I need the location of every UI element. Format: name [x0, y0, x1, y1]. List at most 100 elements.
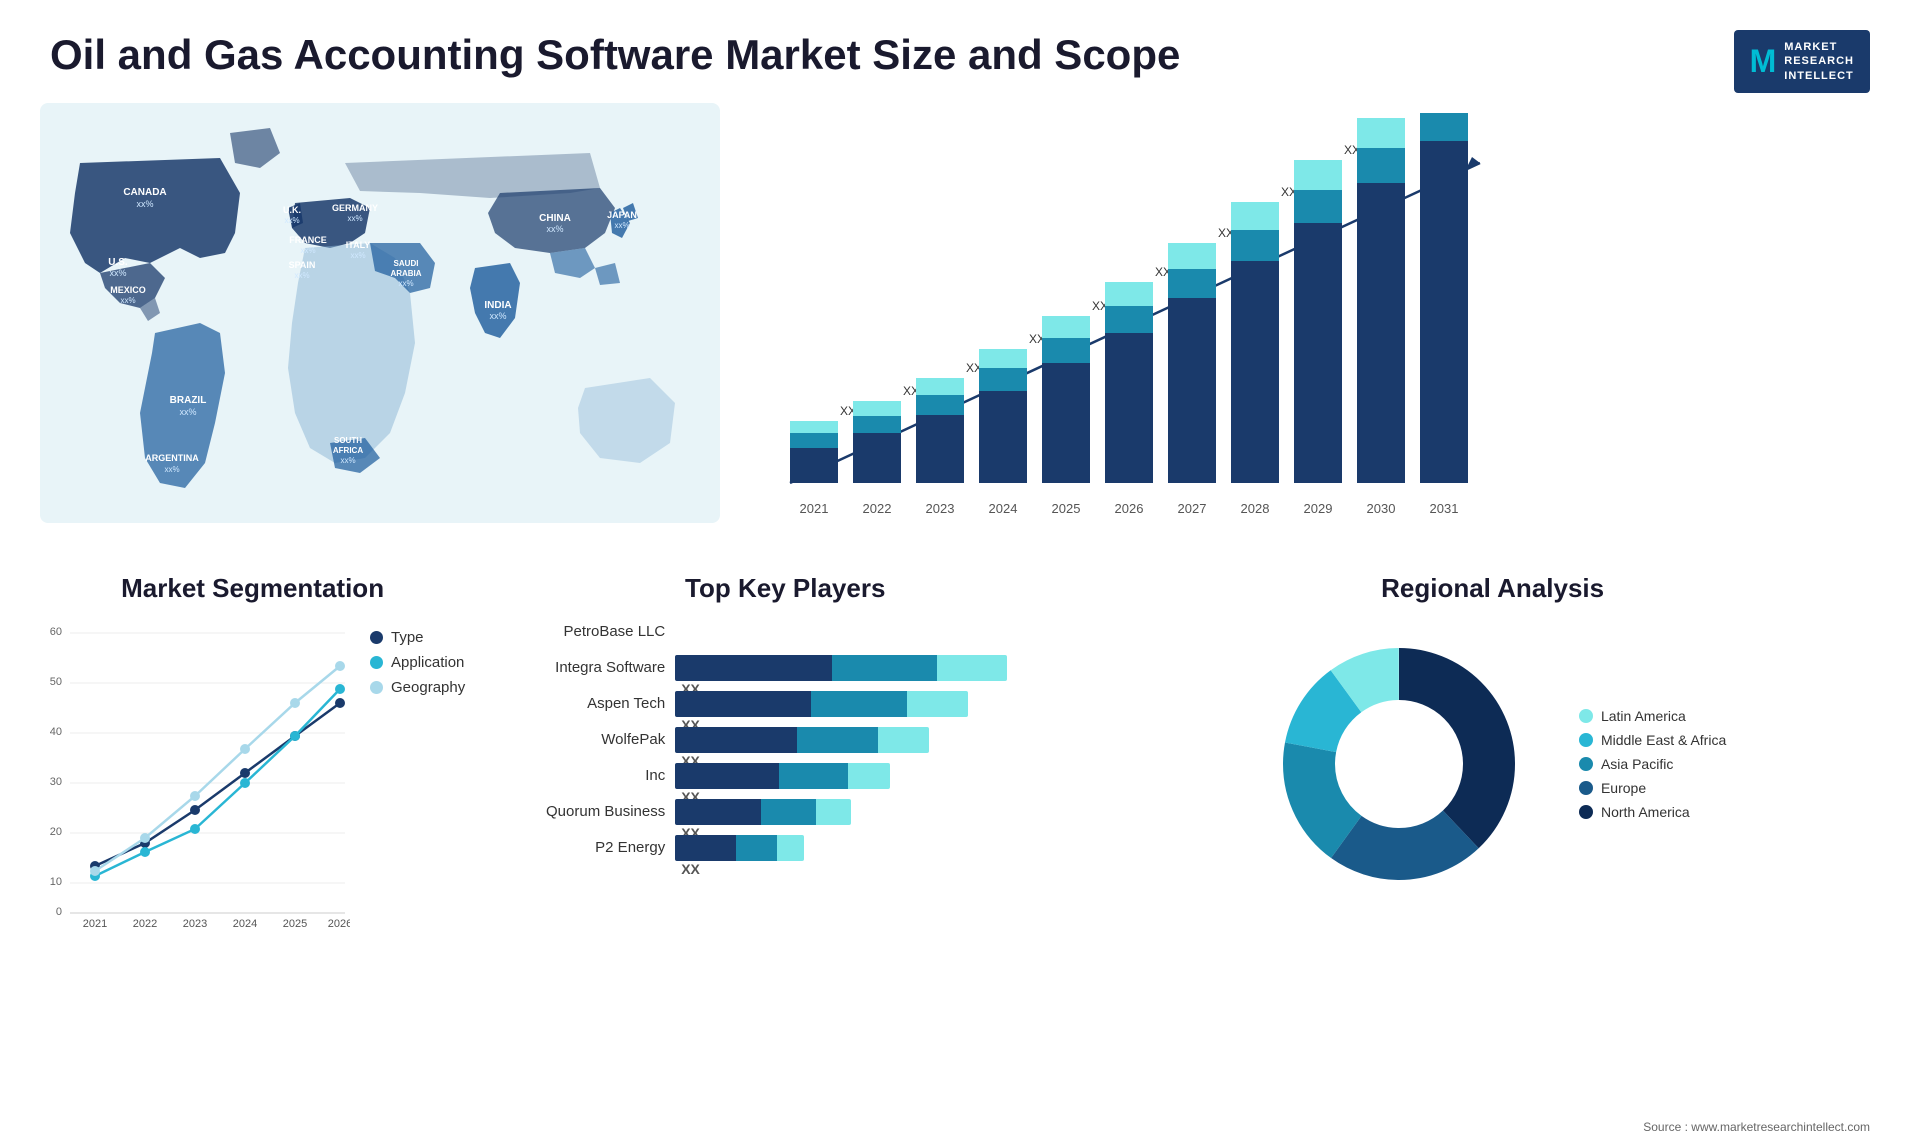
- svg-text:2022: 2022: [863, 501, 892, 516]
- logo-area: M MARKET RESEARCH INTELLECT: [1734, 30, 1870, 93]
- svg-text:20: 20: [50, 826, 62, 838]
- legend-europe: Europe: [1579, 780, 1726, 796]
- svg-text:CHINA: CHINA: [539, 213, 571, 224]
- svg-text:2029: 2029: [1304, 501, 1333, 516]
- type-dot: [370, 631, 383, 644]
- geography-dot: [370, 681, 383, 694]
- svg-text:ITALY: ITALY: [346, 240, 371, 250]
- world-map-svg: CANADA xx% U.S. xx% MEXICO xx% BRAZIL xx…: [40, 103, 720, 523]
- svg-text:2024: 2024: [989, 501, 1018, 516]
- svg-text:xx%: xx%: [340, 456, 355, 465]
- svg-text:50: 50: [50, 676, 62, 688]
- svg-text:2026: 2026: [1115, 501, 1144, 516]
- svg-text:FRANCE: FRANCE: [289, 235, 327, 245]
- svg-text:xx%: xx%: [164, 465, 179, 474]
- legend-application: Application: [370, 654, 465, 671]
- svg-text:xx%: xx%: [546, 224, 563, 234]
- svg-text:2030: 2030: [1367, 501, 1396, 516]
- players-list: PetroBase LLC Integra Software XX: [505, 619, 1065, 861]
- svg-text:2026: 2026: [328, 918, 350, 929]
- legend-middle-east: Middle East & Africa: [1579, 732, 1726, 748]
- logo-box: M MARKET RESEARCH INTELLECT: [1734, 30, 1870, 93]
- svg-text:2021: 2021: [83, 918, 107, 929]
- bar-chart-section: 2021 XX 2022 XX 2023 XX 2024 XX 2025: [740, 103, 1880, 553]
- player-xx: XX: [681, 861, 700, 877]
- regional-title: Regional Analysis: [1105, 573, 1880, 604]
- svg-text:xx%: xx%: [300, 246, 315, 255]
- player-bar-container: [675, 619, 1065, 645]
- svg-text:60: 60: [50, 626, 62, 638]
- svg-text:xx%: xx%: [179, 407, 196, 417]
- north-america-dot: [1579, 805, 1593, 819]
- svg-text:xx%: xx%: [284, 216, 299, 225]
- svg-text:2023: 2023: [183, 918, 207, 929]
- player-bar-container: XX: [675, 835, 1065, 861]
- player-row: P2 Energy XX: [505, 835, 1065, 861]
- player-row: Inc XX: [505, 763, 1065, 789]
- page-title: Oil and Gas Accounting Software Market S…: [50, 30, 1180, 80]
- svg-text:xx%: xx%: [614, 221, 629, 230]
- svg-text:2025: 2025: [283, 918, 307, 929]
- svg-text:AFRICA: AFRICA: [333, 446, 363, 455]
- segmentation-chart: 60 50 40 30 20 10 0 2021 2022 2023 20: [40, 619, 350, 929]
- svg-text:BRAZIL: BRAZIL: [170, 395, 207, 406]
- player-row: PetroBase LLC: [505, 619, 1065, 645]
- player-name: Quorum Business: [505, 803, 665, 820]
- map-section: CANADA xx% U.S. xx% MEXICO xx% BRAZIL xx…: [40, 103, 720, 553]
- players-section: Top Key Players PetroBase LLC Integra So…: [485, 573, 1085, 1073]
- legend-asia-pacific: Asia Pacific: [1579, 756, 1726, 772]
- svg-text:0: 0: [56, 906, 62, 918]
- svg-text:2023: 2023: [926, 501, 955, 516]
- player-name: Inc: [505, 767, 665, 784]
- donut-legend: Latin America Middle East & Africa Asia …: [1579, 708, 1726, 820]
- player-name: Integra Software: [505, 659, 665, 676]
- svg-text:INDIA: INDIA: [484, 300, 511, 311]
- svg-text:2022: 2022: [133, 918, 157, 929]
- svg-text:ARABIA: ARABIA: [390, 269, 421, 278]
- player-bar-container: XX: [675, 691, 1065, 717]
- svg-text:10: 10: [50, 876, 62, 888]
- latin-america-dot: [1579, 709, 1593, 723]
- player-row: Integra Software XX: [505, 655, 1065, 681]
- top-content: CANADA xx% U.S. xx% MEXICO xx% BRAZIL xx…: [0, 103, 1920, 553]
- segmentation-section: Market Segmentation 60 50 40 30 20 10 0: [40, 573, 465, 1073]
- svg-text:U.S.: U.S.: [108, 257, 128, 268]
- player-name: PetroBase LLC: [505, 623, 665, 640]
- bottom-section: Market Segmentation 60 50 40 30 20 10 0: [0, 553, 1920, 1093]
- svg-text:30: 30: [50, 776, 62, 788]
- svg-text:ARGENTINA: ARGENTINA: [145, 453, 199, 463]
- svg-text:2028: 2028: [1241, 501, 1270, 516]
- svg-text:xx%: xx%: [294, 271, 309, 280]
- svg-text:2027: 2027: [1178, 501, 1207, 516]
- player-bar-container: XX: [675, 799, 1065, 825]
- svg-text:JAPAN: JAPAN: [607, 210, 637, 220]
- donut-chart: [1259, 624, 1539, 904]
- svg-text:GERMANY: GERMANY: [332, 203, 378, 213]
- regional-section: Regional Analysis La: [1105, 573, 1880, 1073]
- svg-text:2031: 2031: [1430, 501, 1459, 516]
- svg-text:U.K.: U.K.: [283, 205, 301, 215]
- logo-icon: M: [1750, 43, 1777, 80]
- application-dot: [370, 656, 383, 669]
- svg-text:SPAIN: SPAIN: [289, 260, 316, 270]
- svg-text:2025: 2025: [1052, 501, 1081, 516]
- player-name: P2 Energy: [505, 839, 665, 856]
- svg-text:SAUDI: SAUDI: [394, 259, 419, 268]
- segmentation-title: Market Segmentation: [40, 573, 465, 604]
- svg-text:xx%: xx%: [120, 296, 135, 305]
- svg-text:xx%: xx%: [398, 279, 413, 288]
- svg-text:2024: 2024: [233, 918, 257, 929]
- player-bar-container: XX: [675, 763, 1065, 789]
- logo-text: MARKET RESEARCH INTELLECT: [1784, 40, 1854, 83]
- legend-type: Type: [370, 629, 465, 646]
- svg-text:xx%: xx%: [109, 268, 126, 278]
- players-title: Top Key Players: [505, 573, 1065, 604]
- svg-text:40: 40: [50, 726, 62, 738]
- player-name: Aspen Tech: [505, 695, 665, 712]
- segmentation-legend: Type Application Geography: [370, 629, 465, 696]
- player-row: Quorum Business XX: [505, 799, 1065, 825]
- svg-text:2021: 2021: [800, 501, 829, 516]
- svg-text:xx%: xx%: [489, 311, 506, 321]
- player-row: WolfePak XX: [505, 727, 1065, 753]
- player-bar-container: XX: [675, 655, 1065, 681]
